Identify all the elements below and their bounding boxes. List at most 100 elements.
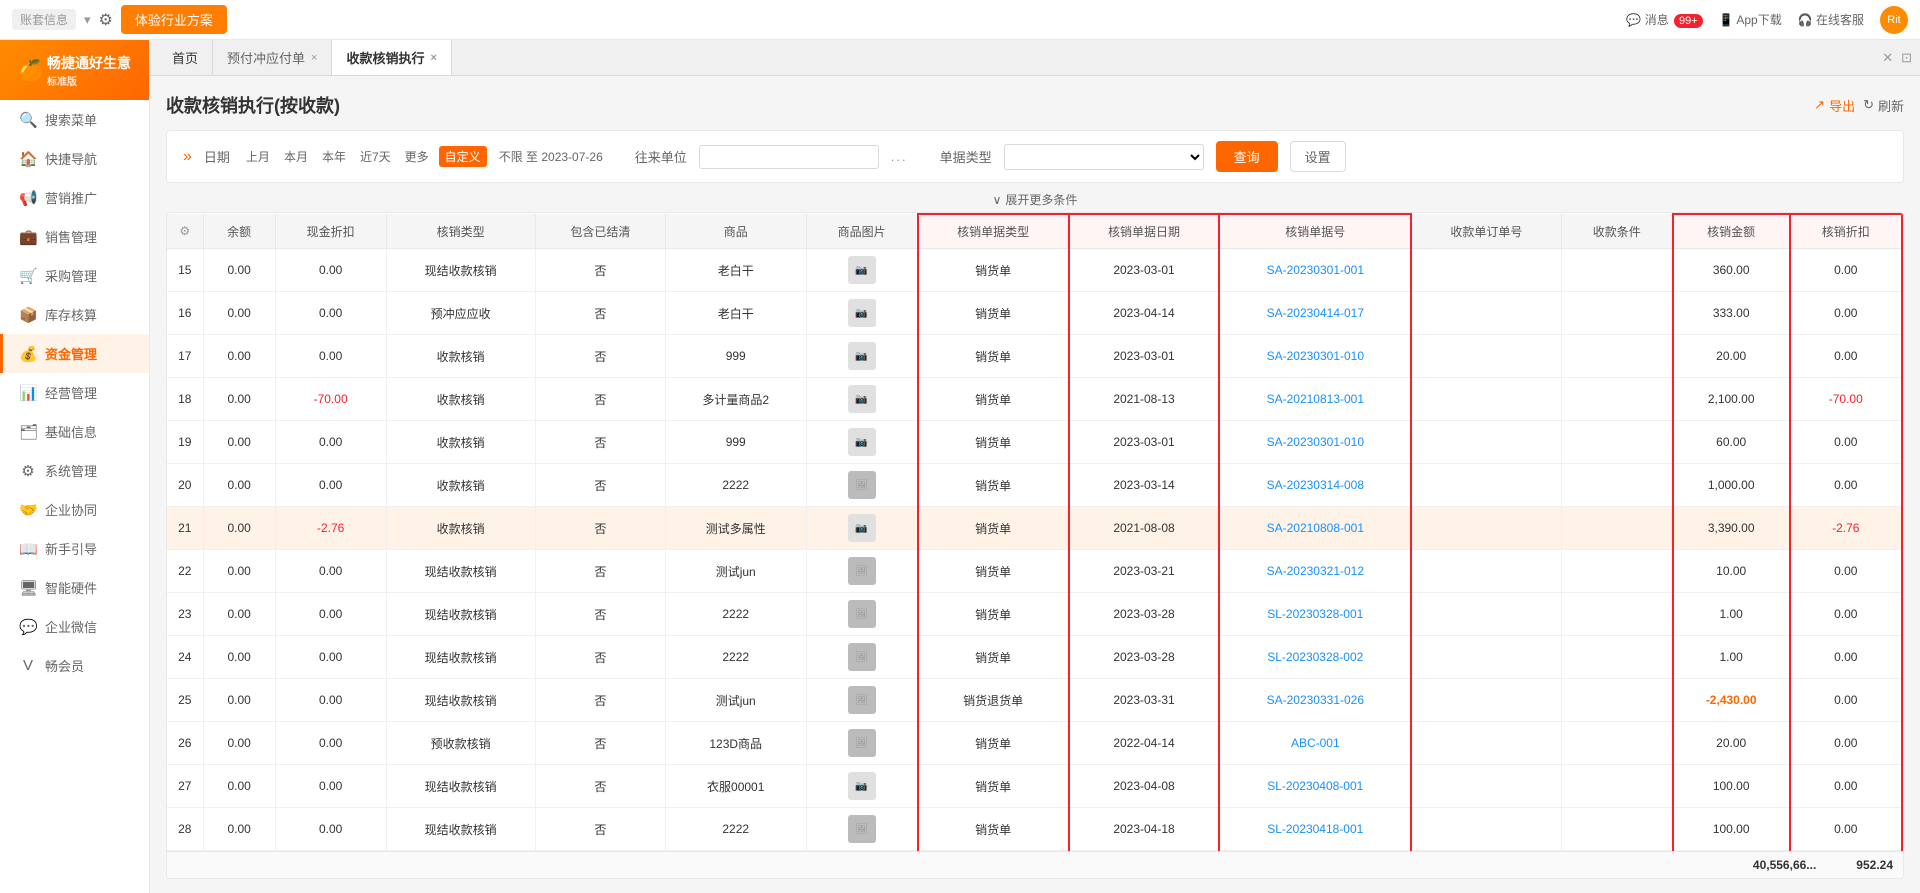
cell-receipt-condition: [1561, 593, 1673, 636]
writeoff-doc-link[interactable]: SA-20210813-001: [1267, 392, 1364, 406]
writeoff-doc-link[interactable]: ABC-001: [1291, 736, 1340, 750]
sidebar-item-operation[interactable]: 📊经营管理: [0, 373, 149, 412]
table-footer: 40,556,66... 952.24: [167, 851, 1903, 878]
date-options: 上月 本月 本年 近7天 更多 自定义: [242, 146, 487, 167]
cell-goods: 老白干: [665, 249, 806, 292]
online-service-link[interactable]: 🎧 在线客服: [1798, 11, 1864, 28]
sidebar-item-sales[interactable]: 💼销售管理: [0, 217, 149, 256]
app-download-link[interactable]: 📱 App下载: [1719, 11, 1782, 28]
from-unit-input[interactable]: [699, 145, 879, 169]
page-header: 收款核销执行(按收款) ↗ 导出 ↻ 刷新: [166, 92, 1904, 118]
cell-goods-img: 📷: [806, 335, 918, 378]
tab-close-icon[interactable]: ✕: [1882, 50, 1893, 66]
writeoff-doc-link[interactable]: SA-20230301-001: [1267, 263, 1364, 277]
sidebar-item-system[interactable]: ⚙系统管理: [0, 451, 149, 490]
sidebar-label-operation: 经营管理: [45, 383, 97, 402]
sidebar-item-collab[interactable]: 🤝企业协同: [0, 490, 149, 529]
cell-balance: 0.00: [203, 636, 275, 679]
cell-goods: 123D商品: [665, 722, 806, 765]
cell-writeoff-discount: 0.00: [1790, 421, 1902, 464]
logo-icon: 🍊: [18, 58, 43, 83]
export-button[interactable]: ↗ 导出: [1814, 96, 1855, 115]
sidebar-label-purchase: 采购管理: [45, 266, 97, 285]
cell-writeoff-amount: 2,100.00: [1673, 378, 1790, 421]
col-settings[interactable]: ⚙: [167, 214, 203, 249]
sidebar-item-finance[interactable]: 💰资金管理: [0, 334, 149, 373]
writeoff-doc-link[interactable]: SA-20230301-010: [1267, 349, 1364, 363]
goods-thumbnail: 🖼: [848, 686, 876, 714]
page-title: 收款核销执行(按收款): [166, 92, 340, 118]
notification-badge: 99+: [1674, 14, 1703, 28]
sales-icon: 💼: [19, 228, 37, 246]
date-btn-this-month[interactable]: 本月: [280, 146, 312, 167]
writeoff-doc-link[interactable]: SA-20230414-017: [1267, 306, 1364, 320]
sidebar-item-purchase[interactable]: 🛒采购管理: [0, 256, 149, 295]
cell-writeoff-doc-date: 2023-03-28: [1069, 593, 1220, 636]
user-avatar[interactable]: Rit: [1880, 6, 1908, 34]
page-content: 收款核销执行(按收款) ↗ 导出 ↻ 刷新 » 日期: [150, 76, 1920, 893]
shortcut-icon: 🏠: [19, 150, 37, 168]
tab-home[interactable]: 首页: [158, 40, 213, 75]
cell-writeoff-type: 现结收款核销: [386, 249, 535, 292]
writeoff-doc-link[interactable]: SA-20230301-010: [1267, 435, 1364, 449]
date-btn-this-year[interactable]: 本年: [318, 146, 350, 167]
cell-cash-discount: -70.00: [275, 378, 386, 421]
writeoff-doc-link[interactable]: SA-20230321-012: [1267, 564, 1364, 578]
col-receipt-order-no: 收款单订单号: [1411, 214, 1561, 249]
query-button[interactable]: 查询: [1216, 141, 1278, 172]
cell-receipt-order-no: [1411, 636, 1561, 679]
cell-writeoff-doc-date: 2023-03-01: [1069, 335, 1220, 378]
sidebar-item-basic[interactable]: 🗂基础信息: [0, 412, 149, 451]
goods-thumbnail: 📷: [848, 772, 876, 800]
writeoff-doc-link[interactable]: SL-20230328-001: [1267, 607, 1363, 621]
cell-included-clear: 否: [535, 593, 665, 636]
chevron-down-icon[interactable]: ▾: [84, 12, 91, 28]
writeoff-doc-link[interactable]: SA-20210808-001: [1267, 521, 1364, 535]
date-btn-7days[interactable]: 近7天: [356, 146, 395, 167]
tab-receipt-close[interactable]: ×: [430, 52, 436, 64]
sidebar-item-guide[interactable]: 📖新手引导: [0, 529, 149, 568]
collapse-icon[interactable]: »: [183, 148, 192, 166]
tab-prepay[interactable]: 预付冲应付单 ×: [213, 40, 332, 75]
tab-expand-icon[interactable]: ⊡: [1901, 50, 1912, 66]
cell-no: 16: [167, 292, 203, 335]
doc-type-select[interactable]: [1004, 144, 1204, 170]
cell-writeoff-doc-type: 销货单: [918, 464, 1069, 507]
trial-btn[interactable]: 体验行业方案: [121, 5, 227, 34]
cell-included-clear: 否: [535, 464, 665, 507]
writeoff-doc-link[interactable]: SL-20230418-001: [1267, 822, 1363, 836]
table-row: 23 0.00 0.00 现结收款核销 否 2222 🖼 销货单 2023-03…: [167, 593, 1902, 636]
cell-goods: 999: [665, 421, 806, 464]
writeoff-doc-link[interactable]: SL-20230328-002: [1267, 650, 1363, 664]
cell-writeoff-discount: -2.76: [1790, 507, 1902, 550]
cell-goods: 2222: [665, 464, 806, 507]
date-btn-more[interactable]: 更多: [401, 146, 433, 167]
writeoff-doc-link[interactable]: SL-20230408-001: [1267, 779, 1363, 793]
date-btn-last-month[interactable]: 上月: [242, 146, 274, 167]
sidebar-item-shortcut[interactable]: 🏠快捷导航: [0, 139, 149, 178]
notification-icon[interactable]: 💬 消息 99+: [1626, 11, 1702, 28]
cell-receipt-order-no: [1411, 335, 1561, 378]
cell-cash-discount: 0.00: [275, 636, 386, 679]
writeoff-doc-link[interactable]: SA-20230331-026: [1267, 693, 1364, 707]
sidebar-item-hardware[interactable]: 🖥智能硬件: [0, 568, 149, 607]
cell-balance: 0.00: [203, 765, 275, 808]
setting-button[interactable]: 设置: [1290, 141, 1346, 172]
sidebar-item-marketing[interactable]: 📢营销推广: [0, 178, 149, 217]
cell-cash-discount: -2.76: [275, 507, 386, 550]
sidebar-item-inventory[interactable]: 📦库存核算: [0, 295, 149, 334]
column-settings-icon[interactable]: ⚙: [179, 224, 190, 238]
date-btn-custom[interactable]: 自定义: [439, 146, 487, 167]
cell-writeoff-discount: 0.00: [1790, 249, 1902, 292]
cell-writeoff-doc-type: 销货单: [918, 507, 1069, 550]
tab-receipt[interactable]: 收款核销执行 ×: [332, 40, 451, 75]
sidebar-item-member[interactable]: V畅会员: [0, 646, 149, 685]
writeoff-doc-link[interactable]: SA-20230314-008: [1267, 478, 1364, 492]
gear-icon[interactable]: ⚙: [99, 10, 113, 30]
cell-cash-discount: 0.00: [275, 808, 386, 851]
expand-conditions-button[interactable]: ∨ 展开更多条件: [993, 191, 1078, 208]
tab-prepay-close[interactable]: ×: [311, 52, 317, 64]
sidebar-item-wechat[interactable]: 💬企业微信: [0, 607, 149, 646]
sidebar-item-search[interactable]: 🔍搜索菜单: [0, 100, 149, 139]
refresh-button[interactable]: ↻ 刷新: [1863, 96, 1904, 115]
